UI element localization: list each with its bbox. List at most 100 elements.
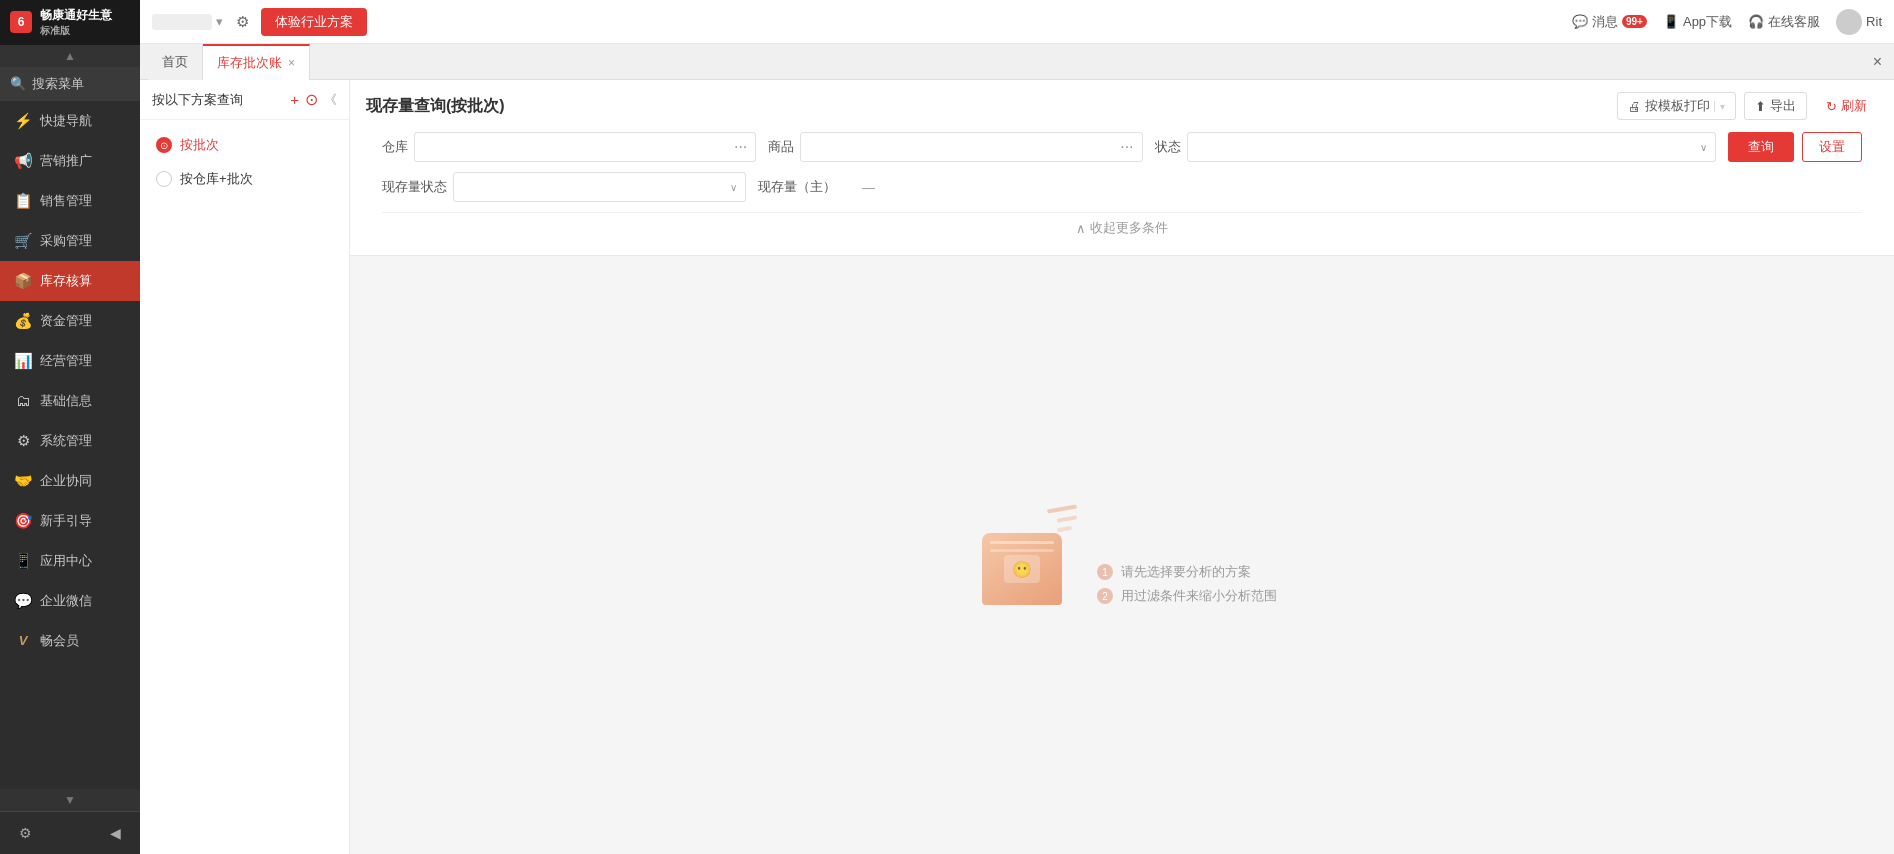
- status-label: 状态: [1155, 138, 1181, 156]
- refresh-label: 刷新: [1841, 97, 1867, 115]
- sidebar-item-marketing[interactable]: 📢 营销推广: [0, 141, 140, 181]
- page-header-top: 现存量查询(按批次) 🖨 按模板打印 ▾ ⬆ 导出 ↻: [366, 92, 1878, 120]
- query-btn[interactable]: 查询: [1728, 132, 1794, 162]
- scheme-item-batch[interactable]: ⊙ 按批次: [140, 128, 349, 162]
- sidebar-item-apps[interactable]: 📱 应用中心: [0, 541, 140, 581]
- scheme-list: ⊙ 按批次 按仓库+批次: [140, 120, 349, 204]
- refresh-btn[interactable]: ↻ 刷新: [1815, 92, 1878, 120]
- sidebar-item-cooperation[interactable]: 🤝 企业协同: [0, 461, 140, 501]
- sidebar-item-finance[interactable]: 💰 资金管理: [0, 301, 140, 341]
- online-service-btn[interactable]: 🎧 在线客服: [1748, 13, 1820, 31]
- trial-industry-btn[interactable]: 体验行业方案: [261, 8, 367, 36]
- topbar: ▾ ⚙ 体验行业方案 💬 消息 99+ 📱 App下载 🎧 在线客服 Rit: [140, 0, 1894, 44]
- scheme-settings-btn[interactable]: ⊙: [305, 90, 318, 109]
- sidebar-header: 6 畅康通好生意 标准版: [0, 0, 140, 45]
- messages-btn[interactable]: 💬 消息 99+: [1572, 13, 1647, 31]
- sidebar-item-system[interactable]: ⚙ 系统管理: [0, 421, 140, 461]
- print-template-btn[interactable]: 🖨 按模板打印 ▾: [1617, 92, 1736, 120]
- sidebar-item-operation[interactable]: 📊 经营管理: [0, 341, 140, 381]
- sidebar-collapse-btn[interactable]: ◀: [104, 822, 126, 844]
- tab-panel-close-btn[interactable]: ×: [1861, 53, 1894, 71]
- empty-state: 😶 1 请先选择要分析的方案 2 用: [350, 256, 1894, 854]
- print-icon: 🖨: [1628, 99, 1641, 114]
- warehouse-input[interactable]: ···: [414, 132, 756, 162]
- scheme-item-warehouse-batch[interactable]: 按仓库+批次: [140, 162, 349, 196]
- headset-icon: 🎧: [1748, 14, 1764, 29]
- sidebar-scroll-up[interactable]: ▲: [0, 45, 140, 67]
- page-header: 现存量查询(按批次) 🖨 按模板打印 ▾ ⬆ 导出 ↻: [350, 80, 1894, 256]
- tab-close-icon[interactable]: ×: [288, 56, 295, 70]
- empty-illustration: 😶: [967, 505, 1077, 605]
- tab-batch-account[interactable]: 库存批次账 ×: [203, 44, 310, 80]
- warehouse-dots-icon[interactable]: ···: [734, 138, 747, 156]
- scheme-collapse-btn[interactable]: 《: [324, 91, 337, 109]
- app-download-label: App下载: [1683, 13, 1732, 31]
- sidebar-item-member[interactable]: V 畅会员: [0, 621, 140, 661]
- tabbar: 首页 库存批次账 × ×: [140, 44, 1894, 80]
- sidebar-item-sales[interactable]: 📋 销售管理: [0, 181, 140, 221]
- tip-text-1: 请先选择要分析的方案: [1121, 563, 1251, 581]
- topbar-right: 💬 消息 99+ 📱 App下载 🎧 在线客服 Rit: [1572, 9, 1882, 35]
- collapse-bar[interactable]: ∧ 收起更多条件: [382, 212, 1862, 243]
- apps-icon: 📱: [14, 552, 32, 570]
- stock-status-arrow-icon: ∨: [730, 182, 737, 193]
- sidebar-item-guide[interactable]: 🎯 新手引导: [0, 501, 140, 541]
- sidebar-item-label: 基础信息: [40, 392, 92, 410]
- online-service-label: 在线客服: [1768, 13, 1820, 31]
- sidebar-item-label: 经营管理: [40, 352, 92, 370]
- sidebar-item-label: 营销推广: [40, 152, 92, 170]
- sales-icon: 📋: [14, 192, 32, 210]
- topbar-left: ▾ ⚙ 体验行业方案: [152, 8, 367, 36]
- message-icon: 💬: [1572, 14, 1588, 29]
- sidebar-settings-btn[interactable]: ⚙: [14, 822, 36, 844]
- product-filter: 商品 ···: [768, 132, 1142, 162]
- tip-num-1: 1: [1097, 564, 1113, 580]
- product-dots-icon[interactable]: ···: [1120, 138, 1133, 156]
- basic-icon: 🗂: [14, 392, 32, 410]
- stock-status-select[interactable]: ∨: [453, 172, 746, 202]
- guide-icon: 🎯: [14, 512, 32, 530]
- member-icon: V: [14, 632, 32, 650]
- empty-line-1: [1047, 504, 1077, 513]
- scheme-item-batch-label: 按批次: [180, 136, 219, 154]
- message-badge: 99+: [1622, 15, 1647, 28]
- sidebar-item-label: 库存核算: [40, 272, 92, 290]
- sidebar-item-label: 系统管理: [40, 432, 92, 450]
- app-download-btn[interactable]: 📱 App下载: [1663, 13, 1732, 31]
- topbar-settings-icon[interactable]: ⚙: [231, 11, 253, 33]
- box-line-1: [990, 541, 1054, 544]
- app-name: 畅康通好生意: [40, 8, 112, 24]
- app-name-block: 畅康通好生意 标准版: [40, 8, 112, 37]
- export-icon: ⬆: [1755, 99, 1766, 114]
- user-profile[interactable]: Rit: [1836, 9, 1882, 35]
- collapse-label: 收起更多条件: [1090, 219, 1168, 237]
- sidebar-search[interactable]: 🔍 搜索菜单: [0, 67, 140, 101]
- filter-area: 仓库 ··· 商品 ···: [366, 132, 1878, 255]
- filter-settings-btn[interactable]: 设置: [1802, 132, 1862, 162]
- print-dropdown-arrow[interactable]: ▾: [1714, 101, 1725, 112]
- scheme-add-btn[interactable]: +: [290, 91, 299, 108]
- sidebar-scroll-down[interactable]: ▼: [0, 789, 140, 811]
- status-select[interactable]: ∨: [1187, 132, 1716, 162]
- sidebar-item-quick-nav[interactable]: ⚡ 快捷导航: [0, 101, 140, 141]
- marketing-icon: 📢: [14, 152, 32, 170]
- empty-tips: 1 请先选择要分析的方案 2 用过滤条件来缩小分析范围: [1097, 563, 1277, 605]
- quick-nav-icon: ⚡: [14, 112, 32, 130]
- scheme-header-label: 按以下方案查询: [152, 91, 243, 109]
- sidebar-item-wechat[interactable]: 💬 企业微信: [0, 581, 140, 621]
- filter-row-2: 现存量状态 ∨ 现存量（主） —: [382, 172, 1862, 202]
- product-input[interactable]: ···: [800, 132, 1142, 162]
- tab-home[interactable]: 首页: [148, 44, 203, 80]
- sidebar-item-inventory[interactable]: 📦 库存核算: [0, 261, 140, 301]
- sidebar-item-label: 采购管理: [40, 232, 92, 250]
- dropdown-arrow-icon[interactable]: ▾: [216, 14, 223, 29]
- scheme-dot-red: ⊙: [156, 137, 172, 153]
- tip-text-2: 用过滤条件来缩小分析范围: [1121, 587, 1277, 605]
- sidebar-item-basic[interactable]: 🗂 基础信息: [0, 381, 140, 421]
- filter-row-right: 查询 设置: [1728, 132, 1862, 162]
- sidebar-item-purchase[interactable]: 🛒 采购管理: [0, 221, 140, 261]
- empty-tip-2: 2 用过滤条件来缩小分析范围: [1097, 587, 1277, 605]
- export-btn[interactable]: ⬆ 导出: [1744, 92, 1807, 120]
- empty-tip-1: 1 请先选择要分析的方案: [1097, 563, 1277, 581]
- status-arrow-icon: ∨: [1700, 142, 1707, 153]
